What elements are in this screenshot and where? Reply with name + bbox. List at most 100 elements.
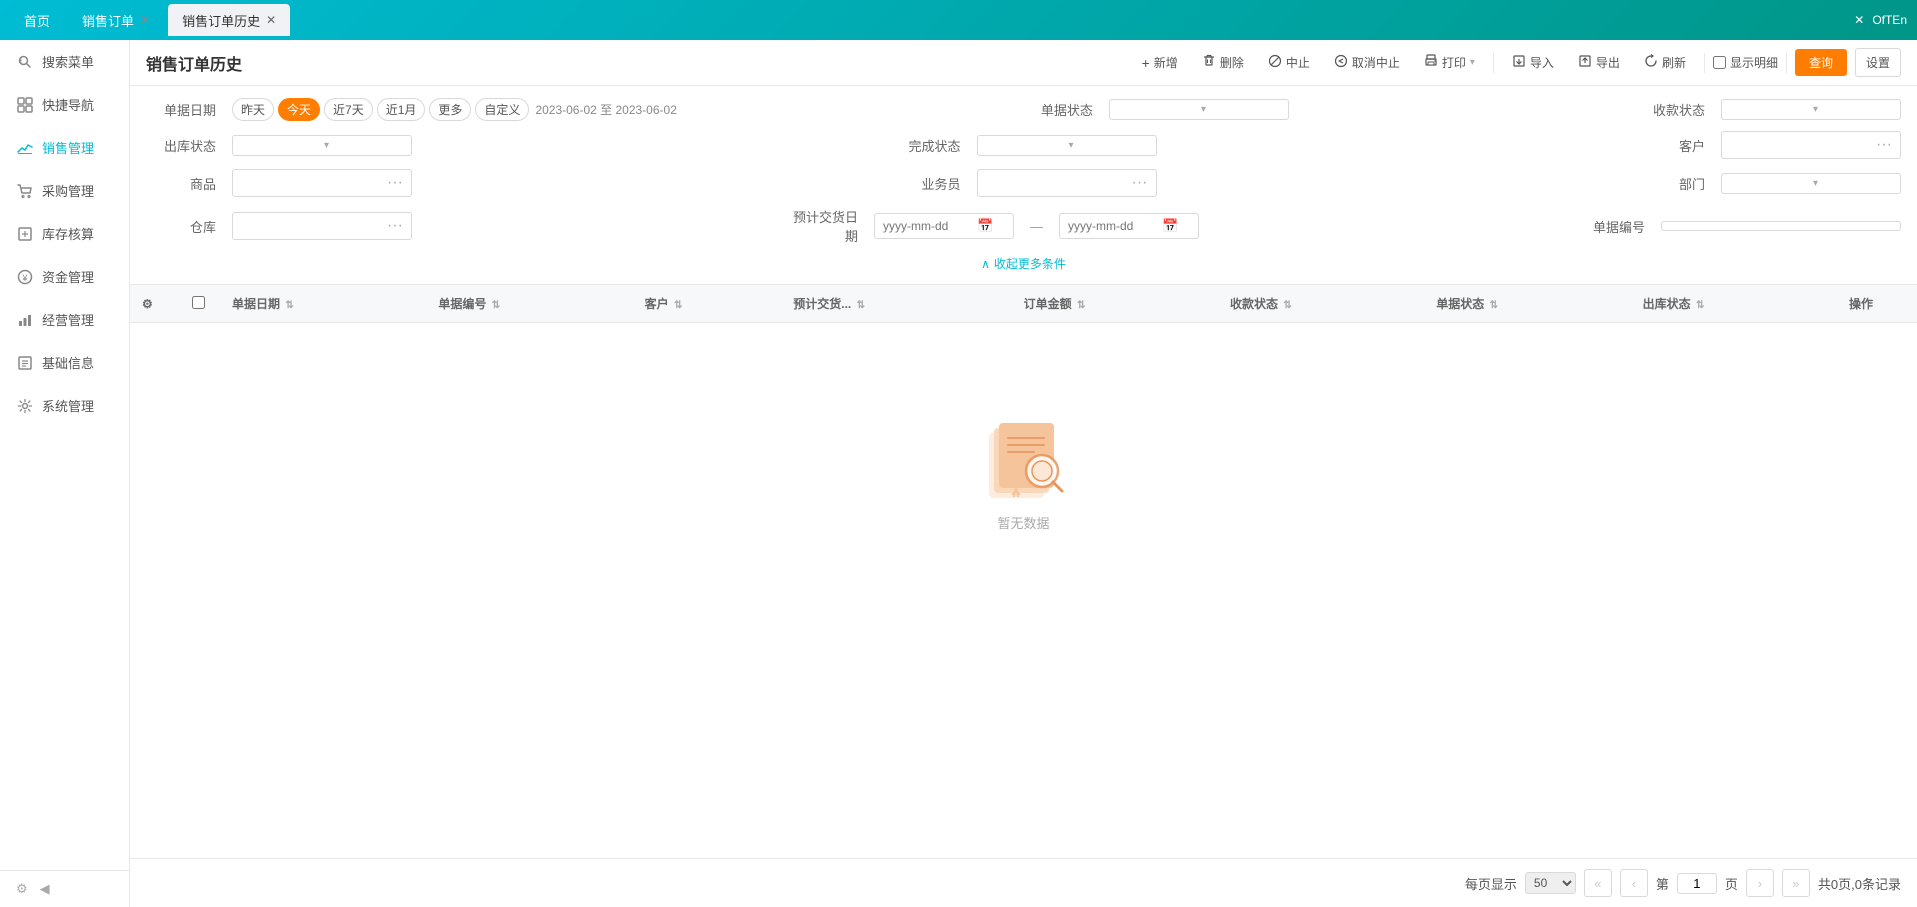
tab-sales-order[interactable]: 销售订单 ✕ — [68, 4, 164, 36]
customer-dots[interactable]: ··· — [1876, 136, 1892, 154]
export-icon — [1578, 54, 1592, 71]
top-bar-right: ✕ OfTEn — [1854, 13, 1907, 27]
doc-status-select[interactable]: ▾ — [1109, 99, 1289, 120]
dept-select[interactable]: ▾ — [1721, 173, 1901, 194]
date-more[interactable]: 更多 — [429, 98, 471, 121]
th-receipt-status: 收款状态 ⇅ — [1218, 285, 1424, 323]
filter-row-1: 单据日期 昨天 今天 近7天 近1月 更多 自定义 2023-06-02 至 2… — [146, 98, 1901, 121]
sort-out-status-icon[interactable]: ⇅ — [1696, 300, 1704, 311]
new-button[interactable]: + 新增 — [1132, 49, 1188, 76]
date-custom[interactable]: 自定义 — [475, 98, 529, 121]
salesperson-field[interactable]: ··· — [977, 169, 1157, 197]
select-all-checkbox[interactable] — [192, 296, 205, 309]
empty-text: 暂无数据 — [997, 513, 1049, 532]
sort-order-amount-icon[interactable]: ⇅ — [1077, 300, 1085, 311]
table-area: ⚙ 单据日期 ⇅ 单据编号 ⇅ — [130, 285, 1917, 858]
sort-doc-status-icon[interactable]: ⇅ — [1490, 300, 1498, 311]
complete-status-label: 完成状态 — [891, 136, 961, 155]
stock-calc-icon — [16, 225, 34, 243]
th-doc-number: 单据编号 ⇅ — [426, 285, 632, 323]
expected-date-to[interactable]: 📅 — [1059, 213, 1199, 239]
sidebar-item-sales-mgmt[interactable]: 销售管理 — [0, 126, 129, 169]
next-page-icon: › — [1758, 876, 1762, 891]
collapse-button[interactable]: ∧ 收起更多条件 — [981, 255, 1066, 272]
th-out-status: 出库状态 ⇅ — [1631, 285, 1837, 323]
print-arrow: ▾ — [1470, 57, 1475, 68]
date-1month[interactable]: 近1月 — [377, 98, 426, 121]
tab-sales-history[interactable]: 销售订单历史 ✕ — [168, 4, 290, 36]
gear-icon[interactable]: ⚙ — [142, 297, 153, 311]
sidebar-bottom-collapse[interactable]: ◀ — [40, 881, 50, 897]
tab-sales-order-close[interactable]: ✕ — [140, 13, 150, 27]
sidebar-item-basic-info[interactable]: 基础信息 — [0, 341, 129, 384]
doc-status-label: 单据状态 — [1023, 100, 1093, 119]
th-operations: 操作 — [1837, 285, 1917, 323]
sidebar-item-quick-nav[interactable]: 快捷导航 — [0, 83, 129, 126]
import-button[interactable]: 导入 — [1502, 49, 1564, 76]
cancel-stop-button[interactable]: 取消中止 — [1324, 49, 1410, 76]
sidebar-bottom-settings[interactable]: ⚙ — [16, 881, 28, 897]
doc-number-label: 单据编号 — [1575, 217, 1645, 236]
tab-home[interactable]: 首页 — [10, 4, 64, 36]
date-dash: — — [1030, 219, 1043, 234]
refresh-button[interactable]: 刷新 — [1634, 49, 1696, 76]
refresh-icon — [1644, 54, 1658, 71]
doc-number-field[interactable] — [1661, 221, 1901, 231]
sort-customer-icon[interactable]: ⇅ — [674, 300, 682, 311]
settings-button[interactable]: 设置 — [1855, 48, 1901, 77]
customer-field[interactable]: ··· — [1721, 131, 1901, 159]
export-button[interactable]: 导出 — [1568, 49, 1630, 76]
sidebar-item-ops-mgmt[interactable]: 经营管理 — [0, 298, 129, 341]
date-yesterday[interactable]: 昨天 — [232, 98, 274, 121]
th-checkbox — [180, 285, 220, 323]
delete-button[interactable]: 删除 — [1192, 49, 1254, 76]
sidebar-label-stock-calc: 库存核算 — [42, 224, 94, 243]
prev-page-button[interactable]: ‹ — [1620, 869, 1648, 897]
page-size-select[interactable]: 50 10 20 100 — [1525, 872, 1576, 894]
last-page-button[interactable]: » — [1782, 869, 1810, 897]
calendar-to-icon[interactable]: 📅 — [1162, 218, 1178, 234]
table-body: 暂无数据 — [130, 323, 1917, 613]
warehouse-label: 仓库 — [146, 217, 216, 236]
display-cols-checkbox[interactable] — [1713, 56, 1726, 69]
expected-date-from-input[interactable] — [883, 219, 973, 233]
warehouse-dots[interactable]: ··· — [387, 217, 403, 235]
sort-expected-date-icon[interactable]: ⇅ — [857, 300, 865, 311]
calendar-from-icon[interactable]: 📅 — [977, 218, 993, 234]
sort-doc-date-icon[interactable]: ⇅ — [285, 300, 293, 311]
sort-doc-number-icon[interactable]: ⇅ — [492, 300, 500, 311]
stop-button[interactable]: 中止 — [1258, 49, 1320, 76]
salesperson-dots[interactable]: ··· — [1132, 174, 1148, 192]
doc-date-label: 单据日期 — [146, 100, 216, 119]
tab-sales-history-close[interactable]: ✕ — [266, 13, 276, 27]
next-page-button[interactable]: › — [1746, 869, 1774, 897]
pagination-bar: 每页显示 50 10 20 100 « ‹ 第 页 › » 共0页,0条记录 — [130, 858, 1917, 907]
close-window-btn[interactable]: ✕ — [1854, 13, 1864, 27]
empty-state-row: 暂无数据 — [130, 323, 1917, 613]
sidebar-item-sys-mgmt[interactable]: 系统管理 — [0, 384, 129, 427]
query-button[interactable]: 查询 — [1795, 49, 1847, 76]
sidebar-item-purchase-mgmt[interactable]: 采购管理 — [0, 169, 129, 212]
sidebar-label-sys-mgmt: 系统管理 — [42, 396, 94, 415]
display-cols-label[interactable]: 显示明细 — [1713, 54, 1778, 71]
goods-field[interactable]: ··· — [232, 169, 412, 197]
goods-dots[interactable]: ··· — [387, 174, 403, 192]
brand-label: OfTEn — [1872, 13, 1907, 27]
complete-status-select[interactable]: ▾ — [977, 135, 1157, 156]
receipt-status-select[interactable]: ▾ — [1721, 99, 1901, 120]
out-status-select[interactable]: ▾ — [232, 135, 412, 156]
date-today[interactable]: 今天 — [278, 98, 320, 121]
expected-date-to-input[interactable] — [1068, 219, 1158, 233]
sort-receipt-status-icon[interactable]: ⇅ — [1283, 300, 1291, 311]
expected-date-from[interactable]: 📅 — [874, 213, 1014, 239]
warehouse-field[interactable]: ··· — [232, 212, 412, 240]
page-number-input[interactable] — [1677, 873, 1717, 894]
sidebar-item-search-menu[interactable]: 搜索菜单 — [0, 40, 129, 83]
first-page-button[interactable]: « — [1584, 869, 1612, 897]
sidebar-item-fund-mgmt[interactable]: ¥ 资金管理 — [0, 255, 129, 298]
sidebar-item-stock-calc[interactable]: 库存核算 — [0, 212, 129, 255]
date-7days[interactable]: 近7天 — [324, 98, 373, 121]
print-button[interactable]: 打印 ▾ — [1414, 49, 1485, 76]
ops-mgmt-icon — [16, 311, 34, 329]
expected-date-label: 预计交货日期 — [788, 207, 858, 245]
